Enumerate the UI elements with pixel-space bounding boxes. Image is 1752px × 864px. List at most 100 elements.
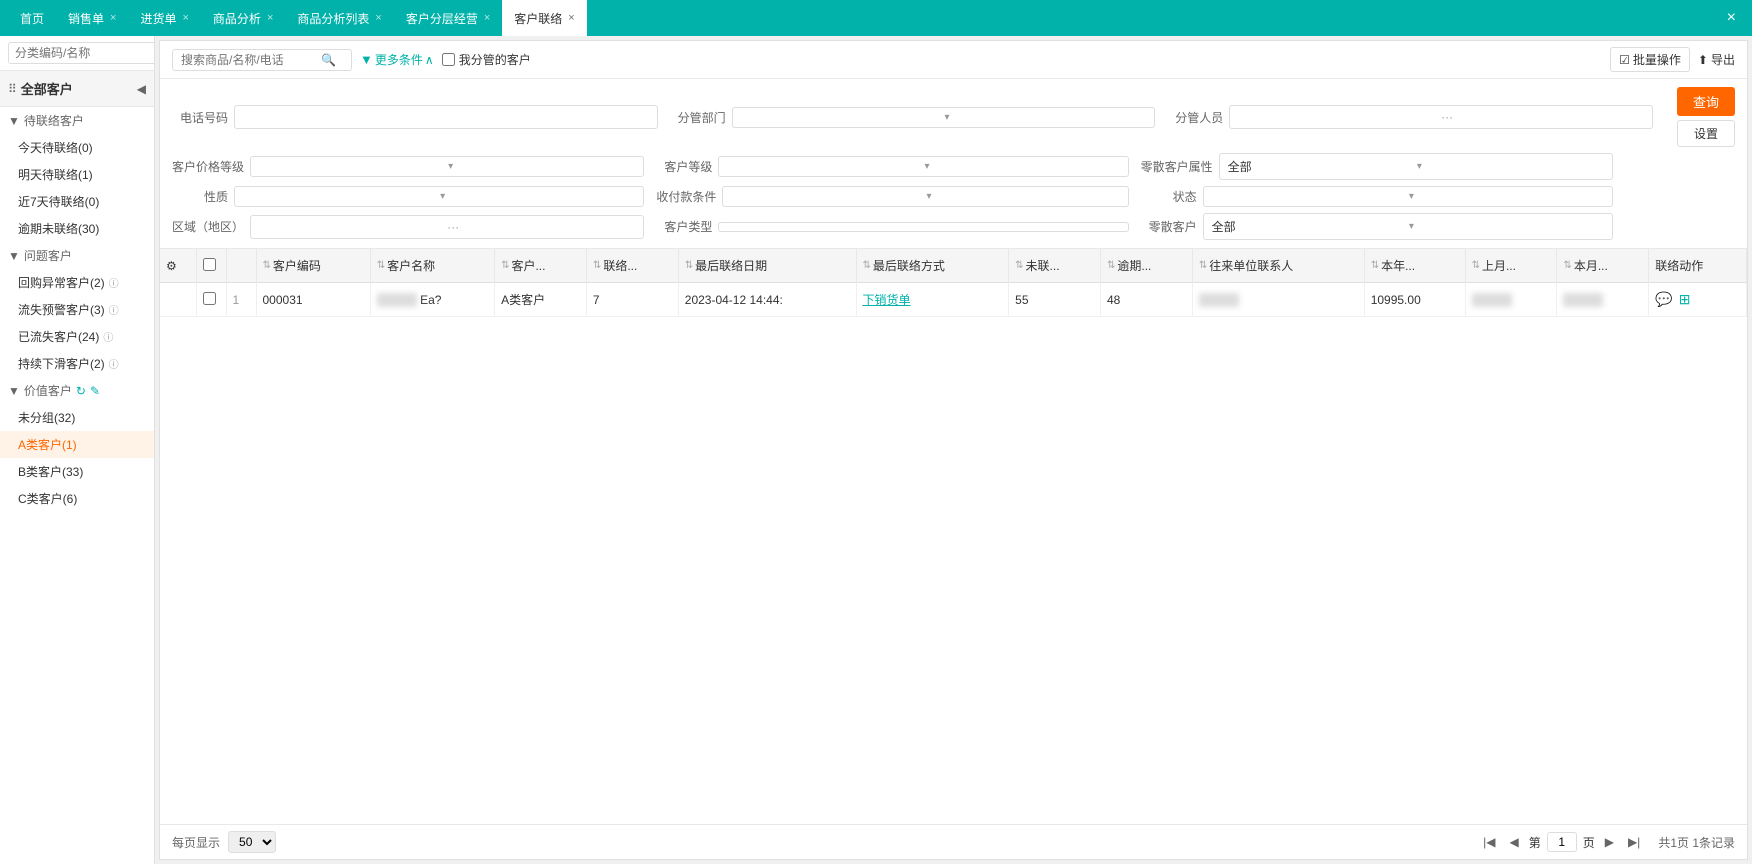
col-index xyxy=(226,249,256,283)
col-last-date: ⇅ 最后联络日期 xyxy=(678,249,856,283)
close-tab-customer-contact[interactable]: × xyxy=(568,12,574,24)
sidebar-item-today[interactable]: 今天待联络(0) xyxy=(0,134,154,161)
page-label: 第 xyxy=(1529,834,1541,851)
sidebar-all-customers[interactable]: ⠿ 全部客户 ◀ xyxy=(0,71,154,107)
sidebar-collapse-btn[interactable]: ◀ xyxy=(137,82,146,96)
sidebar-section-problem[interactable]: ▼ 问题客户 xyxy=(0,242,154,269)
close-tab-sales[interactable]: × xyxy=(110,12,116,24)
settings-button[interactable]: 设置 xyxy=(1677,120,1735,147)
sidebar-item-repurchase[interactable]: 回购异常客户(2) ⓘ xyxy=(0,269,154,296)
query-button[interactable]: 查询 xyxy=(1677,87,1735,116)
nav-home[interactable]: 首页 xyxy=(8,0,56,36)
col-code: ⇅ 客户编码 xyxy=(256,249,370,283)
filter-cust-type-select[interactable] xyxy=(718,222,1128,232)
sort-icon-name: ⇅ xyxy=(377,260,385,271)
toolbar-search-input[interactable] xyxy=(181,53,321,67)
page-size-select[interactable]: 50 xyxy=(228,831,276,853)
sidebar-search-input[interactable] xyxy=(8,42,155,64)
sidebar-section-value[interactable]: ▼ 价值客户 ↻ ✎ xyxy=(0,377,154,404)
nav-tab-customer-contact[interactable]: 客户联络 × xyxy=(502,0,586,36)
first-page-btn[interactable]: |◀ xyxy=(1479,833,1499,851)
nav-tab-sales[interactable]: 销售单 × xyxy=(56,0,128,36)
filter-nature: 性质 ▾ xyxy=(172,186,644,207)
sort-icon-od: ⇅ xyxy=(1107,260,1115,271)
my-customers-checkbox[interactable] xyxy=(442,53,455,66)
filter-retail-select[interactable]: 全部 ▾ xyxy=(1203,213,1613,240)
sidebar-item-a-class[interactable]: A类客户(1) xyxy=(0,431,154,458)
prev-page-btn[interactable]: ◀ xyxy=(1505,833,1522,851)
close-tab-analysis-list[interactable]: × xyxy=(375,12,381,24)
close-tab-purchase[interactable]: × xyxy=(182,12,188,24)
last-page-btn[interactable]: ▶| xyxy=(1624,833,1644,851)
select-all-checkbox[interactable] xyxy=(203,258,216,271)
sort-icon-method: ⇅ xyxy=(863,260,871,271)
sidebar-item-declining[interactable]: 持续下滑客户(2) ⓘ xyxy=(0,350,154,377)
info-icon-2: ⓘ xyxy=(109,302,119,317)
filter-region-select[interactable]: ··· xyxy=(250,215,644,239)
sidebar-item-b-class[interactable]: B类客户(33) xyxy=(0,458,154,485)
page-unit: 页 xyxy=(1583,834,1595,851)
filter-person-label: 分管人员 xyxy=(1167,109,1223,126)
filter-payment-select[interactable]: ▾ xyxy=(722,186,1128,207)
sidebar-item-tomorrow[interactable]: 明天待联络(1) xyxy=(0,161,154,188)
nav-tab-analysis-list[interactable]: 商品分析列表 × xyxy=(285,0,393,36)
toolbar-search-icon[interactable]: 🔍 xyxy=(321,53,336,67)
export-button[interactable]: ⬆ 导出 xyxy=(1698,51,1735,68)
region-dots-icon: ··· xyxy=(447,220,635,234)
sort-icon-uc: ⇅ xyxy=(1199,260,1207,271)
cell-no-contact: 55 xyxy=(1009,283,1101,317)
cell-contact: 7 xyxy=(586,283,678,317)
info-icon-3: ⓘ xyxy=(103,329,113,344)
row-checkbox[interactable] xyxy=(203,292,216,305)
filter-retail-attr-select[interactable]: 全部 ▾ xyxy=(1219,153,1613,180)
nav-tab-analysis[interactable]: 商品分析 × xyxy=(201,0,285,36)
nav-tab-customer-tier[interactable]: 客户分层经营 × xyxy=(394,0,502,36)
settings-icon[interactable]: ⚙ xyxy=(166,259,177,273)
filter-dept-select[interactable]: ▾ xyxy=(732,107,1156,128)
page-input[interactable] xyxy=(1547,832,1577,852)
cell-action: 💬 ⊞ xyxy=(1649,283,1747,317)
sidebar-item-7days[interactable]: 近7天待联络(0) xyxy=(0,188,154,215)
filter-person-select[interactable]: ··· xyxy=(1229,105,1653,129)
cell-this-year: 10995.00 xyxy=(1364,283,1465,317)
customer-table: ⚙ ⇅ 客户编码 xyxy=(160,249,1747,317)
refresh-icon[interactable]: ↻ xyxy=(76,384,86,398)
nav-tab-purchase[interactable]: 进货单 × xyxy=(128,0,200,36)
filter-phone-input[interactable] xyxy=(234,105,658,129)
sidebar-section-pending[interactable]: ▼ 待联络客户 xyxy=(0,107,154,134)
total-records: 共1页 1条记录 xyxy=(1658,834,1735,851)
nature-arrow-icon: ▾ xyxy=(440,191,635,202)
sidebar-item-churned[interactable]: 已流失客户(24) ⓘ xyxy=(0,323,154,350)
close-tab-customer-tier[interactable]: × xyxy=(484,12,490,24)
batch-op-button[interactable]: ☑ 批量操作 xyxy=(1610,47,1690,72)
arrow-icon-2: ▼ xyxy=(8,249,20,263)
col-action: 联络动作 xyxy=(1649,249,1747,283)
filter-phone-label: 电话号码 xyxy=(172,109,228,126)
cell-name: Ea? xyxy=(370,283,494,317)
filter-region: 区域（地区） ··· xyxy=(172,215,644,239)
edit-icon[interactable]: ✎ xyxy=(90,384,100,398)
contact-icon[interactable]: 💬 xyxy=(1655,291,1672,308)
table-row: 1 000031 Ea? A类客户 xyxy=(160,283,1747,317)
filter-nature-select[interactable]: ▾ xyxy=(234,186,644,207)
sidebar-item-churn-warning[interactable]: 流失预警客户(3) ⓘ xyxy=(0,296,154,323)
more-icon[interactable]: ⊞ xyxy=(1679,291,1691,308)
close-tab-analysis[interactable]: × xyxy=(267,12,273,24)
filter-price-select[interactable]: ▾ xyxy=(250,156,644,177)
filter-status-select[interactable]: ▾ xyxy=(1203,186,1613,207)
next-page-btn[interactable]: ▶ xyxy=(1601,833,1618,851)
nav-close-all[interactable]: × xyxy=(1719,9,1744,27)
col-last-month: ⇅ 上月... xyxy=(1465,249,1557,283)
filter-status-label: 状态 xyxy=(1141,188,1197,205)
sidebar-item-c-class[interactable]: C类客户(6) xyxy=(0,485,154,512)
filter-more-btn[interactable]: ▼ 更多条件 ∧ xyxy=(360,51,434,68)
table-container: ⚙ ⇅ 客户编码 xyxy=(160,249,1747,824)
sidebar-item-ungrouped[interactable]: 未分组(32) xyxy=(0,404,154,431)
col-no-contact: ⇅ 未联... xyxy=(1009,249,1101,283)
filter-cust-level-select[interactable]: ▾ xyxy=(718,156,1128,177)
sidebar-item-overdue[interactable]: 逾期未联络(30) xyxy=(0,215,154,242)
toolbar-search-box: 🔍 xyxy=(172,49,352,71)
filter-row-1: 电话号码 分管部门 ▾ 分管人员 ··· xyxy=(172,87,1735,147)
cell-code: 000031 xyxy=(256,283,370,317)
filter-person: 分管人员 ··· xyxy=(1167,105,1653,129)
